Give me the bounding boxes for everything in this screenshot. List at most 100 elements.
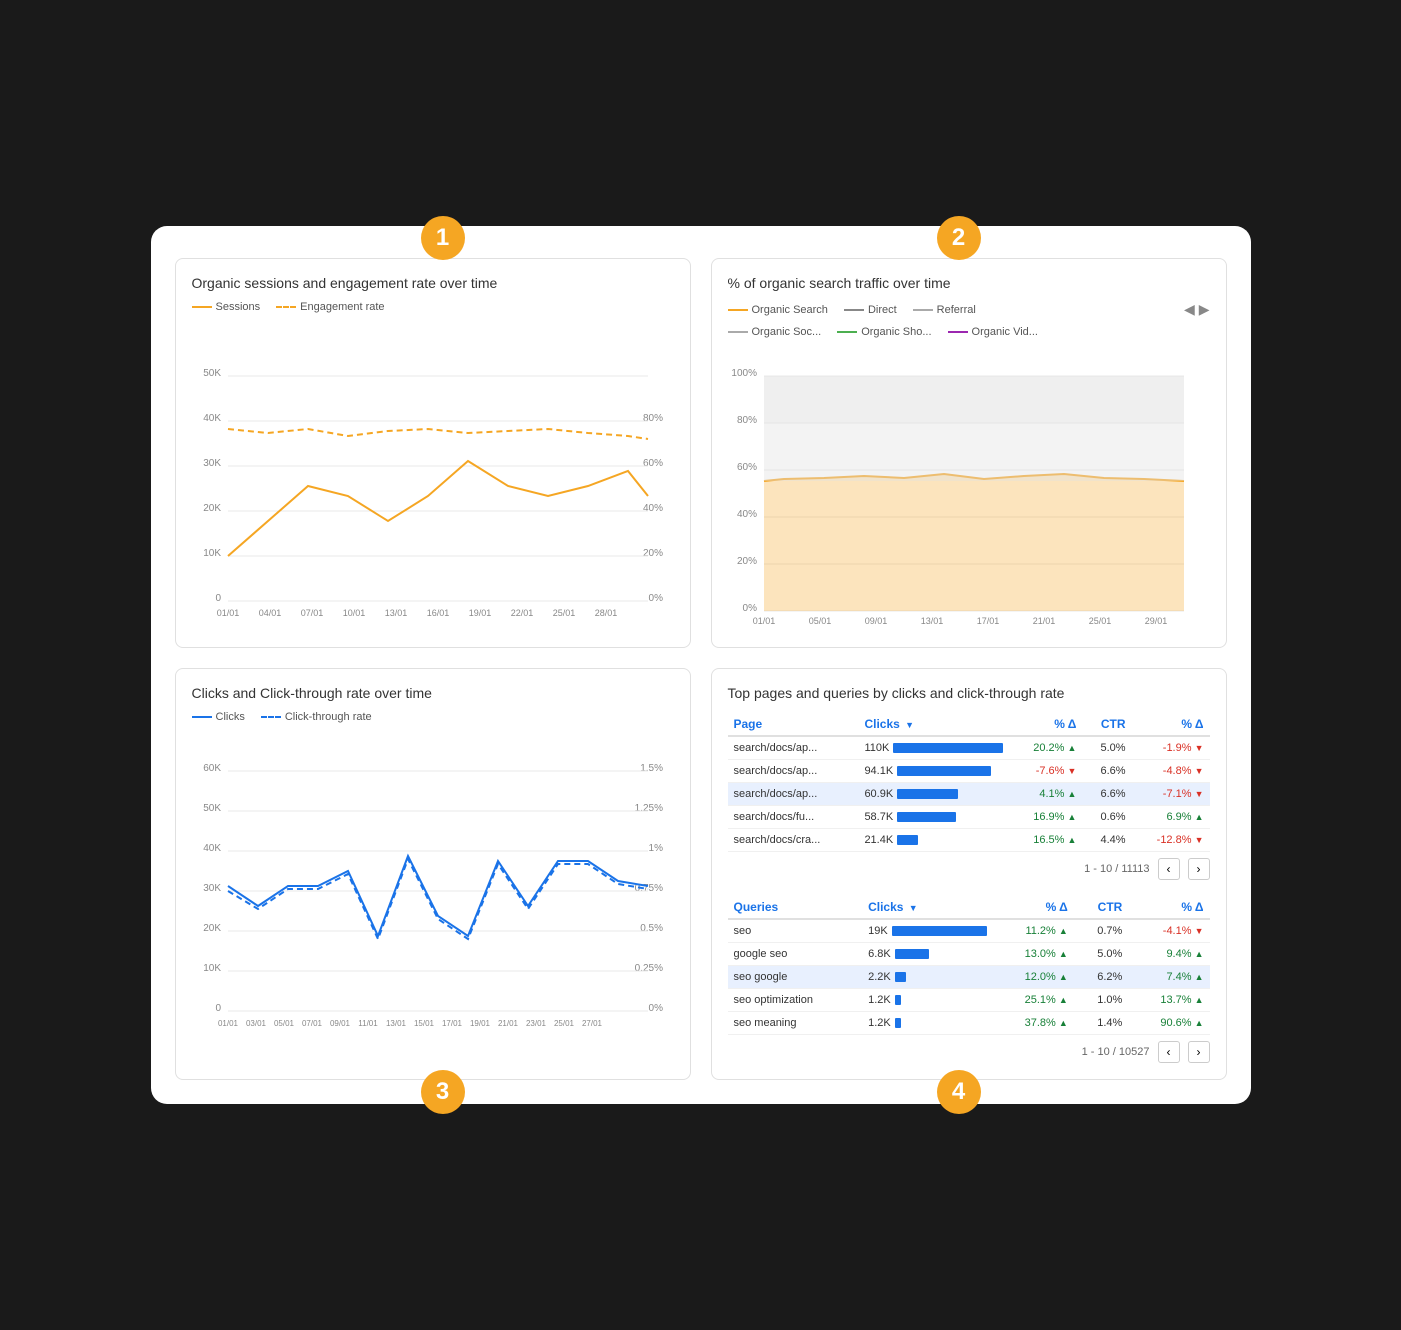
svg-text:40K: 40K	[203, 843, 221, 854]
delta1-cell: -7.6% ▼	[1009, 760, 1082, 783]
referral-icon	[913, 309, 933, 311]
svg-text:0.25%: 0.25%	[634, 963, 662, 974]
pages-table-row: search/docs/ap... 94.1K -7.6% ▼ 6.6% -4.…	[728, 760, 1210, 783]
organic-soc-icon	[728, 331, 748, 333]
pages-pagination: 1 - 10 / 11113 ‹ ›	[728, 858, 1210, 880]
query-ctr-cell: 6.2%	[1074, 966, 1129, 989]
query-clicks-bar-cell: 19K	[862, 919, 993, 943]
svg-text:0%: 0%	[648, 593, 663, 604]
svg-text:19/01: 19/01	[469, 1019, 490, 1028]
clicks-bar-cell: 58.7K	[858, 806, 1009, 829]
badge-1: 1	[421, 216, 465, 260]
query-delta2-cell: 90.6% ▲	[1128, 1012, 1209, 1035]
svg-text:60%: 60%	[642, 458, 662, 469]
query-cell: seo meaning	[728, 1012, 863, 1035]
chart2-legend: Organic Search Direct Referral ◀ ▶ Organ…	[728, 301, 1210, 338]
query-ctr-cell: 5.0%	[1074, 943, 1129, 966]
svg-text:10K: 10K	[203, 548, 221, 559]
pages-col-delta1: % Δ	[1009, 713, 1082, 736]
pages-next-btn[interactable]: ›	[1188, 858, 1210, 880]
queries-table-row: seo meaning 1.2K 37.8% ▲ 1.4% 90.6% ▲	[728, 1012, 1210, 1035]
delta2-cell: -4.8% ▼	[1132, 760, 1210, 783]
legend-clicks: Clicks	[192, 711, 245, 723]
query-delta2-cell: -4.1% ▼	[1128, 919, 1209, 943]
table-panel: Top pages and queries by clicks and clic…	[711, 668, 1227, 1080]
pages-table-row: search/docs/ap... 110K 20.2% ▲ 5.0% -1.9…	[728, 736, 1210, 760]
chart1-svg: 0 10K 20K 30K 40K 50K 0% 20% 40% 60% 80%	[192, 321, 674, 621]
legend-organic-search: Organic Search	[728, 301, 828, 318]
query-ctr-cell: 0.7%	[1074, 919, 1129, 943]
organic-sho-icon	[837, 331, 857, 333]
svg-text:29/01: 29/01	[1144, 616, 1167, 626]
ctr-cell: 6.6%	[1082, 783, 1131, 806]
pages-prev-btn[interactable]: ‹	[1158, 858, 1180, 880]
svg-text:1%: 1%	[648, 843, 663, 854]
clicks-bar-cell: 94.1K	[858, 760, 1009, 783]
engagement-line-icon	[276, 306, 296, 308]
chart3-legend: Clicks Click-through rate	[192, 711, 674, 723]
queries-col-delta2: % Δ	[1128, 896, 1209, 919]
delta2-cell: 6.9% ▲	[1132, 806, 1210, 829]
svg-text:21/01: 21/01	[497, 1019, 518, 1028]
legend-engagement: Engagement rate	[276, 301, 384, 313]
delta1-cell: 4.1% ▲	[1009, 783, 1082, 806]
pages-table-row: search/docs/cra... 21.4K 16.5% ▲ 4.4% -1…	[728, 829, 1210, 852]
queries-col-clicks[interactable]: Clicks ▼	[862, 896, 993, 919]
query-delta1-cell: 25.1% ▲	[993, 989, 1074, 1012]
svg-text:28/01: 28/01	[594, 608, 617, 618]
chart2-prev[interactable]: ◀	[1184, 301, 1195, 318]
query-delta2-cell: 9.4% ▲	[1128, 943, 1209, 966]
legend-ctr: Click-through rate	[261, 711, 372, 723]
organic-search-icon	[728, 309, 748, 311]
svg-text:04/01: 04/01	[258, 608, 281, 618]
clicks-line-icon	[192, 716, 212, 718]
svg-text:01/01: 01/01	[752, 616, 775, 626]
queries-prev-btn[interactable]: ‹	[1158, 1041, 1180, 1063]
queries-table-row: google seo 6.8K 13.0% ▲ 5.0% 9.4% ▲	[728, 943, 1210, 966]
table-panel-title: Top pages and queries by clicks and clic…	[728, 685, 1210, 701]
svg-text:0: 0	[215, 593, 221, 604]
svg-text:20%: 20%	[736, 556, 756, 567]
svg-text:01/01: 01/01	[217, 1019, 238, 1028]
svg-text:60K: 60K	[203, 763, 221, 774]
pages-table: Page Clicks ▼ % Δ CTR % Δ search/docs/ap…	[728, 713, 1210, 852]
queries-page-info: 1 - 10 / 10527	[1082, 1046, 1150, 1058]
chart1-legend: Sessions Engagement rate	[192, 301, 674, 313]
queries-table-row: seo optimization 1.2K 25.1% ▲ 1.0% 13.7%…	[728, 989, 1210, 1012]
chart2-next[interactable]: ▶	[1199, 301, 1210, 318]
delta1-cell: 16.5% ▲	[1009, 829, 1082, 852]
legend-organic-soc: Organic Soc...	[728, 326, 822, 338]
queries-col-query: Queries	[728, 896, 863, 919]
chart3-area: 0 10K 20K 30K 40K 50K 60K 0% 0.25% 0.5% …	[192, 731, 674, 1036]
chart1-area: 0 10K 20K 30K 40K 50K 0% 20% 40% 60% 80%	[192, 321, 674, 626]
svg-text:10K: 10K	[203, 963, 221, 974]
query-delta2-cell: 13.7% ▲	[1128, 989, 1209, 1012]
svg-text:01/01: 01/01	[216, 608, 239, 618]
page-cell: search/docs/fu...	[728, 806, 859, 829]
svg-text:80%: 80%	[642, 413, 662, 424]
page-cell: search/docs/cra...	[728, 829, 859, 852]
legend-sessions: Sessions	[192, 301, 261, 313]
svg-text:30K: 30K	[203, 883, 221, 894]
queries-next-btn[interactable]: ›	[1188, 1041, 1210, 1063]
query-cell: seo	[728, 919, 863, 943]
query-delta1-cell: 11.2% ▲	[993, 919, 1074, 943]
svg-text:50K: 50K	[203, 368, 221, 379]
svg-text:09/01: 09/01	[864, 616, 887, 626]
svg-text:10/01: 10/01	[342, 608, 365, 618]
sessions-line-icon	[192, 306, 212, 308]
pages-page-info: 1 - 10 / 11113	[1084, 863, 1149, 875]
organic-vid-icon	[948, 331, 968, 333]
svg-text:19/01: 19/01	[468, 608, 491, 618]
queries-pagination: 1 - 10 / 10527 ‹ ›	[728, 1041, 1210, 1063]
delta2-cell: -7.1% ▼	[1132, 783, 1210, 806]
chart2-title: % of organic search traffic over time	[728, 275, 1210, 291]
svg-text:40%: 40%	[642, 503, 662, 514]
chart2-nav[interactable]: ◀ ▶	[1184, 301, 1210, 318]
queries-table-row: seo google 2.2K 12.0% ▲ 6.2% 7.4% ▲	[728, 966, 1210, 989]
svg-text:1.5%: 1.5%	[640, 763, 663, 774]
query-clicks-bar-cell: 6.8K	[862, 943, 993, 966]
pages-col-clicks[interactable]: Clicks ▼	[858, 713, 1009, 736]
chart2-panel: % of organic search traffic over time Or…	[711, 258, 1227, 648]
svg-text:0.5%: 0.5%	[640, 923, 663, 934]
